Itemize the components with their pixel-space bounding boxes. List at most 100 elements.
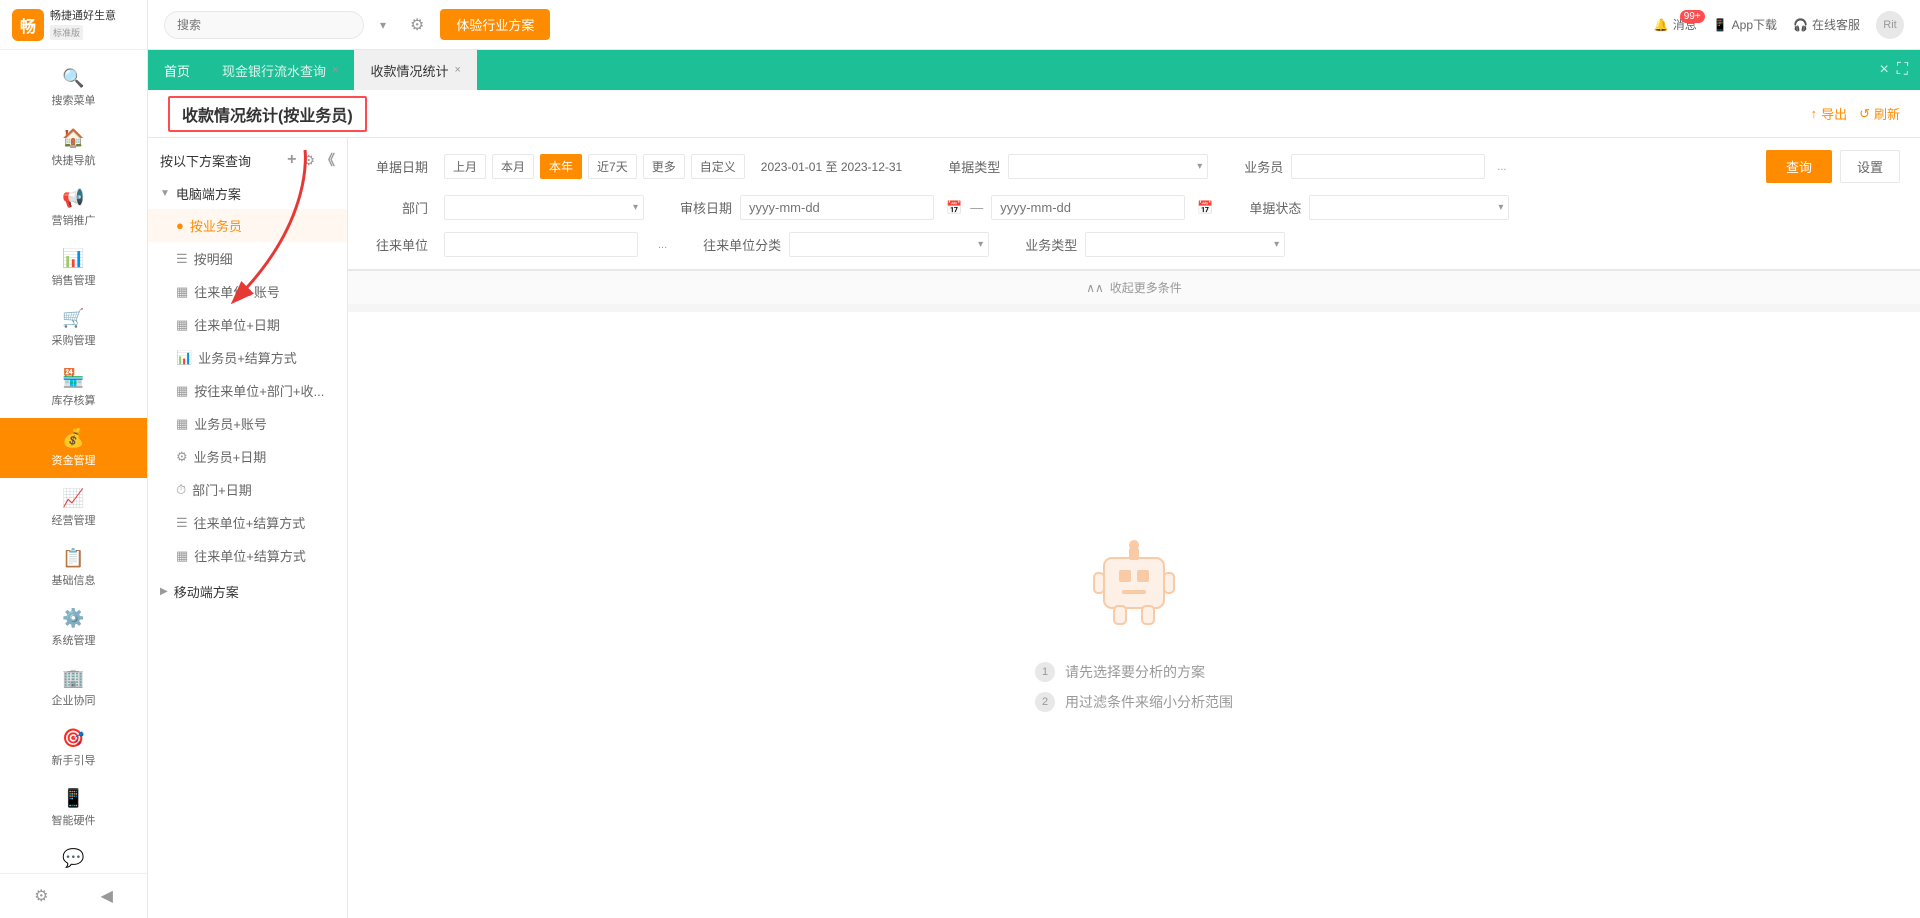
sidebar-collapse-icon[interactable]: ◀ xyxy=(101,886,113,906)
scheme-item-dept-date[interactable]: ⏱ 部门+日期 xyxy=(148,473,347,506)
scheme-item-salesperson-date[interactable]: ⚙ 业务员+日期 xyxy=(148,440,347,473)
date-btn-7days[interactable]: 近7天 xyxy=(588,154,637,179)
scheme-item-salesperson-settlement[interactable]: 📊 业务员+结算方式 xyxy=(148,341,347,374)
scheme-item-counterpart-settlement1[interactable]: ☰ 往来单位+结算方式 xyxy=(148,506,347,539)
scheme-label-counterpart-account: 往来单位+账号 xyxy=(194,282,280,301)
step-2-label: 用过滤条件来缩小分析范围 xyxy=(1065,692,1233,712)
tab-home[interactable]: 首页 xyxy=(148,50,206,90)
tab-bank-label: 现金银行流水查询 xyxy=(222,61,326,80)
sidebar-item-basicinfo[interactable]: 📋 基础信息 xyxy=(0,538,147,598)
online-service-button[interactable]: 🎧 在线客服 xyxy=(1793,16,1860,33)
review-date-to-input[interactable] xyxy=(991,195,1185,220)
enterprise-icon: 🏢 xyxy=(62,668,84,689)
scheme-item-counterpart-settlement2[interactable]: ▦ 往来单位+结算方式 xyxy=(148,539,347,572)
counterpart-input[interactable] xyxy=(444,232,638,257)
mobile-scheme-group: ▶ 移动端方案 xyxy=(148,576,347,607)
date-btn-custom[interactable]: 自定义 xyxy=(691,154,745,179)
export-icon: ↑ xyxy=(1811,106,1818,121)
query-button[interactable]: 查询 xyxy=(1766,150,1832,183)
salesperson-scheme-icon: ● xyxy=(176,218,184,233)
business-type-select[interactable] xyxy=(1085,232,1285,257)
scheme-item-by-detail[interactable]: ☰ 按明细 xyxy=(148,242,347,275)
app-download-button[interactable]: 📱 App下载 xyxy=(1713,16,1777,33)
scheme-item-by-salesperson[interactable]: ● 按业务员 xyxy=(148,209,347,242)
date-btn-more[interactable]: 更多 xyxy=(643,154,685,179)
sidebar: 畅 畅捷通好生意 标准版 🔍 搜索菜单 🏠 快捷导航 📢 营销推广 📊 销售管理… xyxy=(0,0,148,918)
desktop-group-arrow: ▼ xyxy=(160,188,170,199)
mobile-group-title[interactable]: ▶ 移动端方案 xyxy=(148,576,347,607)
refresh-icon: ↺ xyxy=(1859,106,1870,122)
counterpart-more-icon[interactable]: ... xyxy=(658,239,667,251)
tab-bank[interactable]: 现金银行流水查询 × xyxy=(206,50,354,90)
sidebar-item-marketing[interactable]: 📢 营销推广 xyxy=(0,178,147,238)
sidebar-item-enterprise[interactable]: 🏢 企业协同 xyxy=(0,658,147,718)
date-btn-this-year[interactable]: 本年 xyxy=(540,154,582,179)
sidebar-item-wechat[interactable]: 💬 企业微信 xyxy=(0,838,147,873)
counterpart-settlement2-icon: ▦ xyxy=(176,548,188,564)
topbar-dropdown-icon[interactable]: ▾ xyxy=(380,18,386,32)
tab-close-all-icon[interactable]: × xyxy=(1879,61,1888,79)
scheme-item-salesperson-account[interactable]: ▦ 业务员+账号 xyxy=(148,407,347,440)
sidebar-item-search[interactable]: 🔍 搜索菜单 xyxy=(0,58,147,118)
search-input[interactable] xyxy=(164,11,364,39)
scheme-panel-title: 按以下方案查询 xyxy=(160,151,251,170)
sidebar-item-purchase[interactable]: 🛒 采购管理 xyxy=(0,298,147,358)
scheme-item-counterpart-date[interactable]: ▦ 往来单位+日期 xyxy=(148,308,347,341)
topbar-gear-icon[interactable]: ⚙ xyxy=(410,15,424,35)
messages-button[interactable]: 🔔 消息 99+ xyxy=(1654,16,1697,33)
sidebar-item-quicknav[interactable]: 🏠 快捷导航 xyxy=(0,118,147,178)
tab-receipt[interactable]: 收款情况统计 × xyxy=(354,50,476,90)
scheme-panel-header: 按以下方案查询 + ⚙ 《 xyxy=(148,150,347,178)
scheme-add-icon[interactable]: + xyxy=(287,151,296,169)
scheme-item-counterpart-account[interactable]: ▦ 往来单位+账号 xyxy=(148,275,347,308)
counterpart-category-filter: 往来单位分类 ▾ xyxy=(703,232,989,257)
date-btn-this-month[interactable]: 本月 xyxy=(492,154,534,179)
marketing-icon: 📢 xyxy=(62,188,84,209)
tab-receipt-label: 收款情况统计 xyxy=(370,61,448,80)
sidebar-item-finance[interactable]: 💰 资金管理 xyxy=(0,418,147,478)
sidebar-item-newguide[interactable]: 🎯 新手引导 xyxy=(0,718,147,778)
date-btn-last-month[interactable]: 上月 xyxy=(444,154,486,179)
salesperson-more-icon[interactable]: ... xyxy=(1497,161,1506,173)
counterpart-category-select[interactable] xyxy=(789,232,989,257)
tab-bank-close[interactable]: × xyxy=(332,64,338,76)
sidebar-item-system[interactable]: ⚙️ 系统管理 xyxy=(0,598,147,658)
sidebar-label-purchase: 采购管理 xyxy=(52,332,96,348)
newguide-icon: 🎯 xyxy=(62,728,84,749)
salesperson-filter: 业务员 ... xyxy=(1244,154,1506,179)
scheme-collapse-icon[interactable]: 《 xyxy=(321,150,335,170)
collapse-bar[interactable]: ∧∧ 收起更多条件 xyxy=(348,270,1920,304)
sidebar-item-inventory[interactable]: 🏪 库存核算 xyxy=(0,358,147,418)
sidebar-label-system: 系统管理 xyxy=(52,632,96,648)
system-icon: ⚙️ xyxy=(62,608,84,629)
scheme-panel: 按以下方案查询 + ⚙ 《 ▼ 电脑端方案 ● 按业务员 ☰ xyxy=(148,138,348,918)
home-icon: 🏠 xyxy=(62,128,84,149)
review-date-to-calendar-icon[interactable]: 📅 xyxy=(1197,200,1213,216)
sidebar-item-sales[interactable]: 📊 销售管理 xyxy=(0,238,147,298)
user-avatar[interactable]: Rit xyxy=(1876,11,1904,39)
date-range-display: 2023-01-01 至 2023-12-31 xyxy=(761,158,902,175)
scheme-item-counterpart-dept[interactable]: ▦ 按往来单位+部门+收... xyxy=(148,374,347,407)
business-type-select-wrapper: ▾ xyxy=(1085,232,1285,257)
review-date-from-input[interactable] xyxy=(740,195,934,220)
date-label: 单据日期 xyxy=(368,157,428,176)
desktop-group-title[interactable]: ▼ 电脑端方案 xyxy=(148,178,347,209)
doc-type-filter: 单据类型 ▾ xyxy=(948,154,1208,179)
tab-receipt-close[interactable]: × xyxy=(454,64,460,76)
trial-button[interactable]: 体验行业方案 xyxy=(440,9,550,40)
sidebar-item-hardware[interactable]: 📱 智能硬件 xyxy=(0,778,147,838)
doc-type-select[interactable] xyxy=(1008,154,1208,179)
empty-step-2: 2 用过滤条件来缩小分析范围 xyxy=(1035,692,1233,712)
export-button[interactable]: ↑ 导出 xyxy=(1811,104,1848,123)
sidebar-item-operation[interactable]: 📈 经营管理 xyxy=(0,478,147,538)
dept-select[interactable] xyxy=(444,195,644,220)
review-date-from-calendar-icon[interactable]: 📅 xyxy=(946,200,962,216)
tab-fullscreen-icon[interactable]: ⛶ xyxy=(1897,61,1908,79)
doc-status-select[interactable] xyxy=(1309,195,1509,220)
refresh-button[interactable]: ↺ 刷新 xyxy=(1859,104,1900,123)
topbar-right: 🔔 消息 99+ 📱 App下载 🎧 在线客服 Rit xyxy=(1654,11,1904,39)
salesperson-input[interactable] xyxy=(1291,154,1485,179)
sidebar-settings-icon[interactable]: ⚙ xyxy=(34,886,48,906)
scheme-settings-icon[interactable]: ⚙ xyxy=(302,152,315,169)
setting-button[interactable]: 设置 xyxy=(1840,150,1900,183)
